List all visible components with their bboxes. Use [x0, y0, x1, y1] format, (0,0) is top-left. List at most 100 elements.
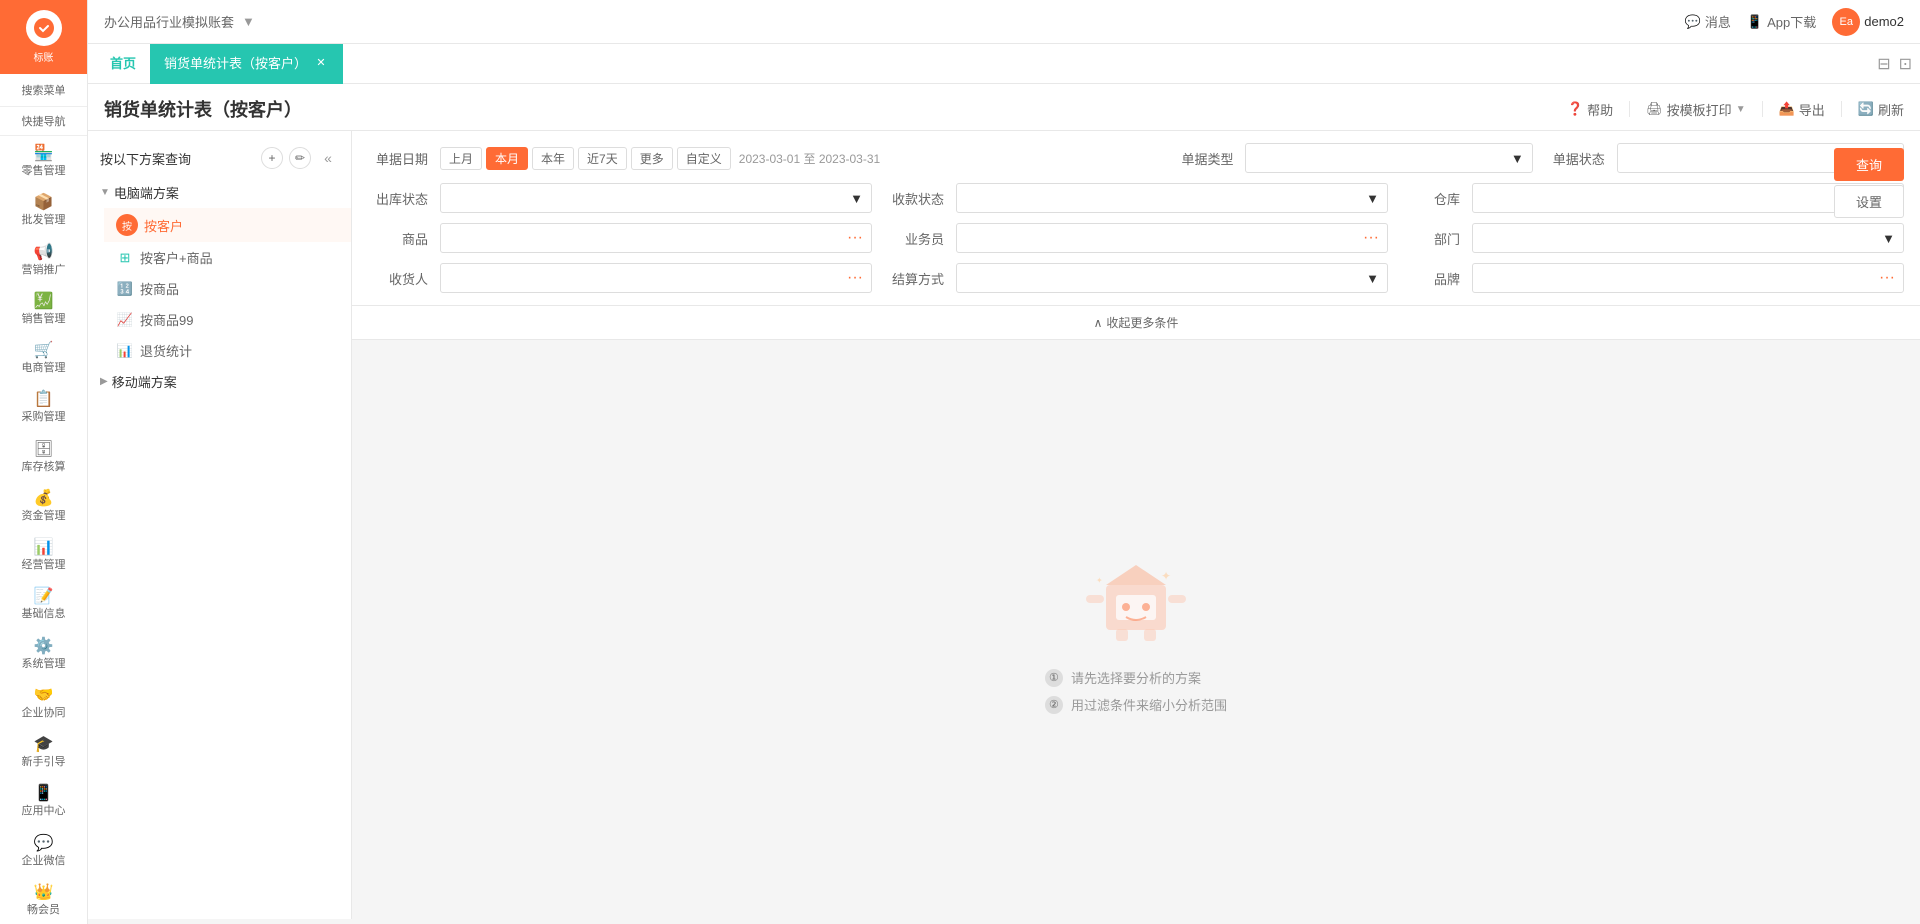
ecommerce-icon: 🛒 — [34, 340, 54, 360]
refresh-icon: 🔄 — [1858, 101, 1874, 117]
product-icon: 🔢 — [116, 280, 134, 298]
sidebar-item-wholesale[interactable]: 📦 批发管理 — [0, 185, 87, 234]
receiver-select[interactable]: ··· — [440, 263, 872, 293]
order-type-select[interactable]: ▼ — [1245, 143, 1532, 173]
sidebar-item-member[interactable]: 👑 畅会员 — [0, 875, 87, 924]
tree-item-product99[interactable]: 📈 按商品99 — [104, 304, 351, 335]
tree-item-return-stat[interactable]: 📊 退货统计 — [104, 335, 351, 366]
sidebar-item-finance[interactable]: 💰 资金管理 — [0, 481, 87, 530]
date-btn-this-month[interactable]: 本月 — [486, 147, 528, 170]
sidebar-item-label: 应用中心 — [22, 805, 66, 818]
help-btn[interactable]: ❓ 帮助 — [1567, 100, 1613, 119]
department-select[interactable]: ▼ — [1472, 223, 1904, 253]
dropdown-icon[interactable]: ▼ — [242, 14, 255, 29]
close-icon[interactable]: ✕ — [313, 55, 329, 71]
collapse-bar[interactable]: ∧ 收起更多条件 — [352, 306, 1920, 340]
ship-status-select[interactable]: ▼ — [440, 183, 872, 213]
basic-icon: 📝 — [34, 586, 54, 606]
export-icon: 📤 — [1779, 101, 1795, 117]
top-header: 办公用品行业模拟账套 ▼ 💬 消息 📱 App下载 Ea demo2 — [88, 0, 1920, 44]
sidebar-item-label: 电商管理 — [22, 362, 66, 375]
export-label: 导出 — [1799, 100, 1825, 119]
sidebar-item-label: 企业协同 — [22, 707, 66, 720]
date-btn-more[interactable]: 更多 — [631, 147, 673, 170]
finance-icon: 💰 — [34, 488, 54, 508]
sidebar-search[interactable]: 搜索菜单 — [0, 74, 87, 107]
app-download-btn[interactable]: 📱 App下载 — [1747, 12, 1816, 31]
sidebar-item-enterprise[interactable]: 🤝 企业协同 — [0, 678, 87, 727]
sidebar-item-operation[interactable]: 📊 经营管理 — [0, 530, 87, 579]
retail-icon: 🏪 — [34, 143, 54, 163]
quick-nav-label[interactable]: 快捷导航 — [22, 113, 66, 129]
brand-select[interactable]: ··· — [1472, 263, 1904, 293]
export-btn[interactable]: 📤 导出 — [1779, 100, 1825, 119]
sidebar-item-sales[interactable]: 💹 销售管理 — [0, 284, 87, 333]
left-panel-title: 按以下方案查询 — [100, 149, 191, 168]
collapse-label: 收起更多条件 — [1106, 314, 1178, 331]
date-btn-last-month[interactable]: 上月 — [440, 147, 482, 170]
settlement-select[interactable]: ▼ — [956, 263, 1388, 293]
tree-group-header-mobile[interactable]: ▶ 移动端方案 — [88, 366, 351, 397]
tree-item-product[interactable]: 🔢 按商品 — [104, 273, 351, 304]
app-download-label: App下载 — [1767, 12, 1816, 31]
sidebar-item-label: 库存核算 — [22, 461, 66, 474]
tree-item-customer-product[interactable]: ⊞ 按客户+商品 — [104, 242, 351, 273]
product-label: 商品 — [368, 229, 428, 248]
settings-button[interactable]: 设置 — [1834, 185, 1904, 218]
tab-home[interactable]: 首页 — [96, 44, 150, 84]
refresh-btn[interactable]: 🔄 刷新 — [1858, 100, 1904, 119]
tab-sales-stat[interactable]: 销货单统计表（按客户） ✕ — [150, 44, 343, 84]
sidebar-item-newbie[interactable]: 🎓 新手引导 — [0, 727, 87, 776]
maximize-icon[interactable]: ⊡ — [1899, 54, 1912, 74]
sidebar-item-system[interactable]: ⚙️ 系统管理 — [0, 629, 87, 678]
tip-num-1: ① — [1045, 669, 1063, 687]
sidebar-item-label: 企业微信 — [22, 855, 66, 868]
tree-group-header-pc[interactable]: ▼ 电脑端方案 — [88, 177, 351, 208]
collapse-left-btn[interactable]: « — [317, 147, 339, 169]
filter-row-1: 单据日期 上月 本月 本年 近7天 更多 自定义 2023-03-01 至 20… — [368, 143, 1904, 173]
industry-title: 办公用品行业模拟账套 — [104, 12, 234, 31]
sidebar-item-basic[interactable]: 📝 基础信息 — [0, 579, 87, 628]
salesperson-dots-icon: ··· — [1363, 229, 1379, 247]
date-btn-7days[interactable]: 近7天 — [578, 147, 627, 170]
edit-scheme-btn[interactable]: ✏ — [289, 147, 311, 169]
template-print-btn[interactable]: 🖨 按模板打印 ▼ — [1646, 100, 1745, 119]
minimize-icon[interactable]: ⊟ — [1877, 54, 1890, 74]
chevron-up-icon: ∧ — [1094, 316, 1103, 330]
empty-tip-1: ① 请先选择要分析的方案 — [1045, 668, 1227, 687]
date-btn-this-year[interactable]: 本年 — [532, 147, 574, 170]
add-scheme-btn[interactable]: + — [261, 147, 283, 169]
add-icon: + — [268, 151, 275, 165]
query-button[interactable]: 查询 — [1834, 148, 1904, 181]
filter-row-3: 商品 ··· 业务员 ··· 部门 ▼ — [368, 223, 1904, 253]
salesperson-select[interactable]: ··· — [956, 223, 1388, 253]
brand-dots-icon: ··· — [1879, 269, 1895, 287]
home-tab-label: 首页 — [110, 53, 136, 72]
sidebar-item-wechat[interactable]: 💬 企业微信 — [0, 826, 87, 875]
message-btn[interactable]: 💬 消息 — [1685, 12, 1731, 31]
receiver-dots-icon: ··· — [847, 269, 863, 287]
chevron-left-icon: « — [324, 150, 332, 166]
member-icon: 👑 — [34, 882, 54, 902]
logo-icon — [26, 10, 62, 46]
sidebar-item-label: 畅会员 — [27, 904, 60, 917]
sidebar-item-purchase[interactable]: 📋 采购管理 — [0, 382, 87, 431]
settlement-chevron-icon: ▼ — [1366, 271, 1379, 286]
sidebar-item-marketing[interactable]: 📢 营销推广 — [0, 235, 87, 284]
sidebar-item-apps[interactable]: 📱 应用中心 — [0, 776, 87, 825]
active-customer-icon: 按 — [116, 214, 138, 236]
product-select[interactable]: ··· — [440, 223, 872, 253]
left-panel: 按以下方案查询 + ✏ « — [88, 131, 352, 919]
quick-nav[interactable]: 快捷导航 — [0, 107, 87, 136]
tree-item-by-customer[interactable]: 按 按客户 — [104, 208, 351, 242]
left-panel-actions: + ✏ « — [261, 147, 339, 169]
ship-status-label: 出库状态 — [368, 189, 428, 208]
tab-bar: 首页 销货单统计表（按客户） ✕ ⊟ ⊡ — [88, 44, 1920, 84]
payment-status-select[interactable]: ▼ — [956, 183, 1388, 213]
user-info[interactable]: Ea demo2 — [1832, 8, 1904, 36]
sidebar-item-retail[interactable]: 🏪 零售管理 — [0, 136, 87, 185]
date-btn-custom[interactable]: 自定义 — [677, 147, 731, 170]
sidebar-item-ecommerce[interactable]: 🛒 电商管理 — [0, 333, 87, 382]
search-menu-label[interactable]: 搜索菜单 — [22, 82, 66, 98]
sidebar-item-inventory[interactable]: 🗄 库存核算 — [0, 432, 87, 481]
